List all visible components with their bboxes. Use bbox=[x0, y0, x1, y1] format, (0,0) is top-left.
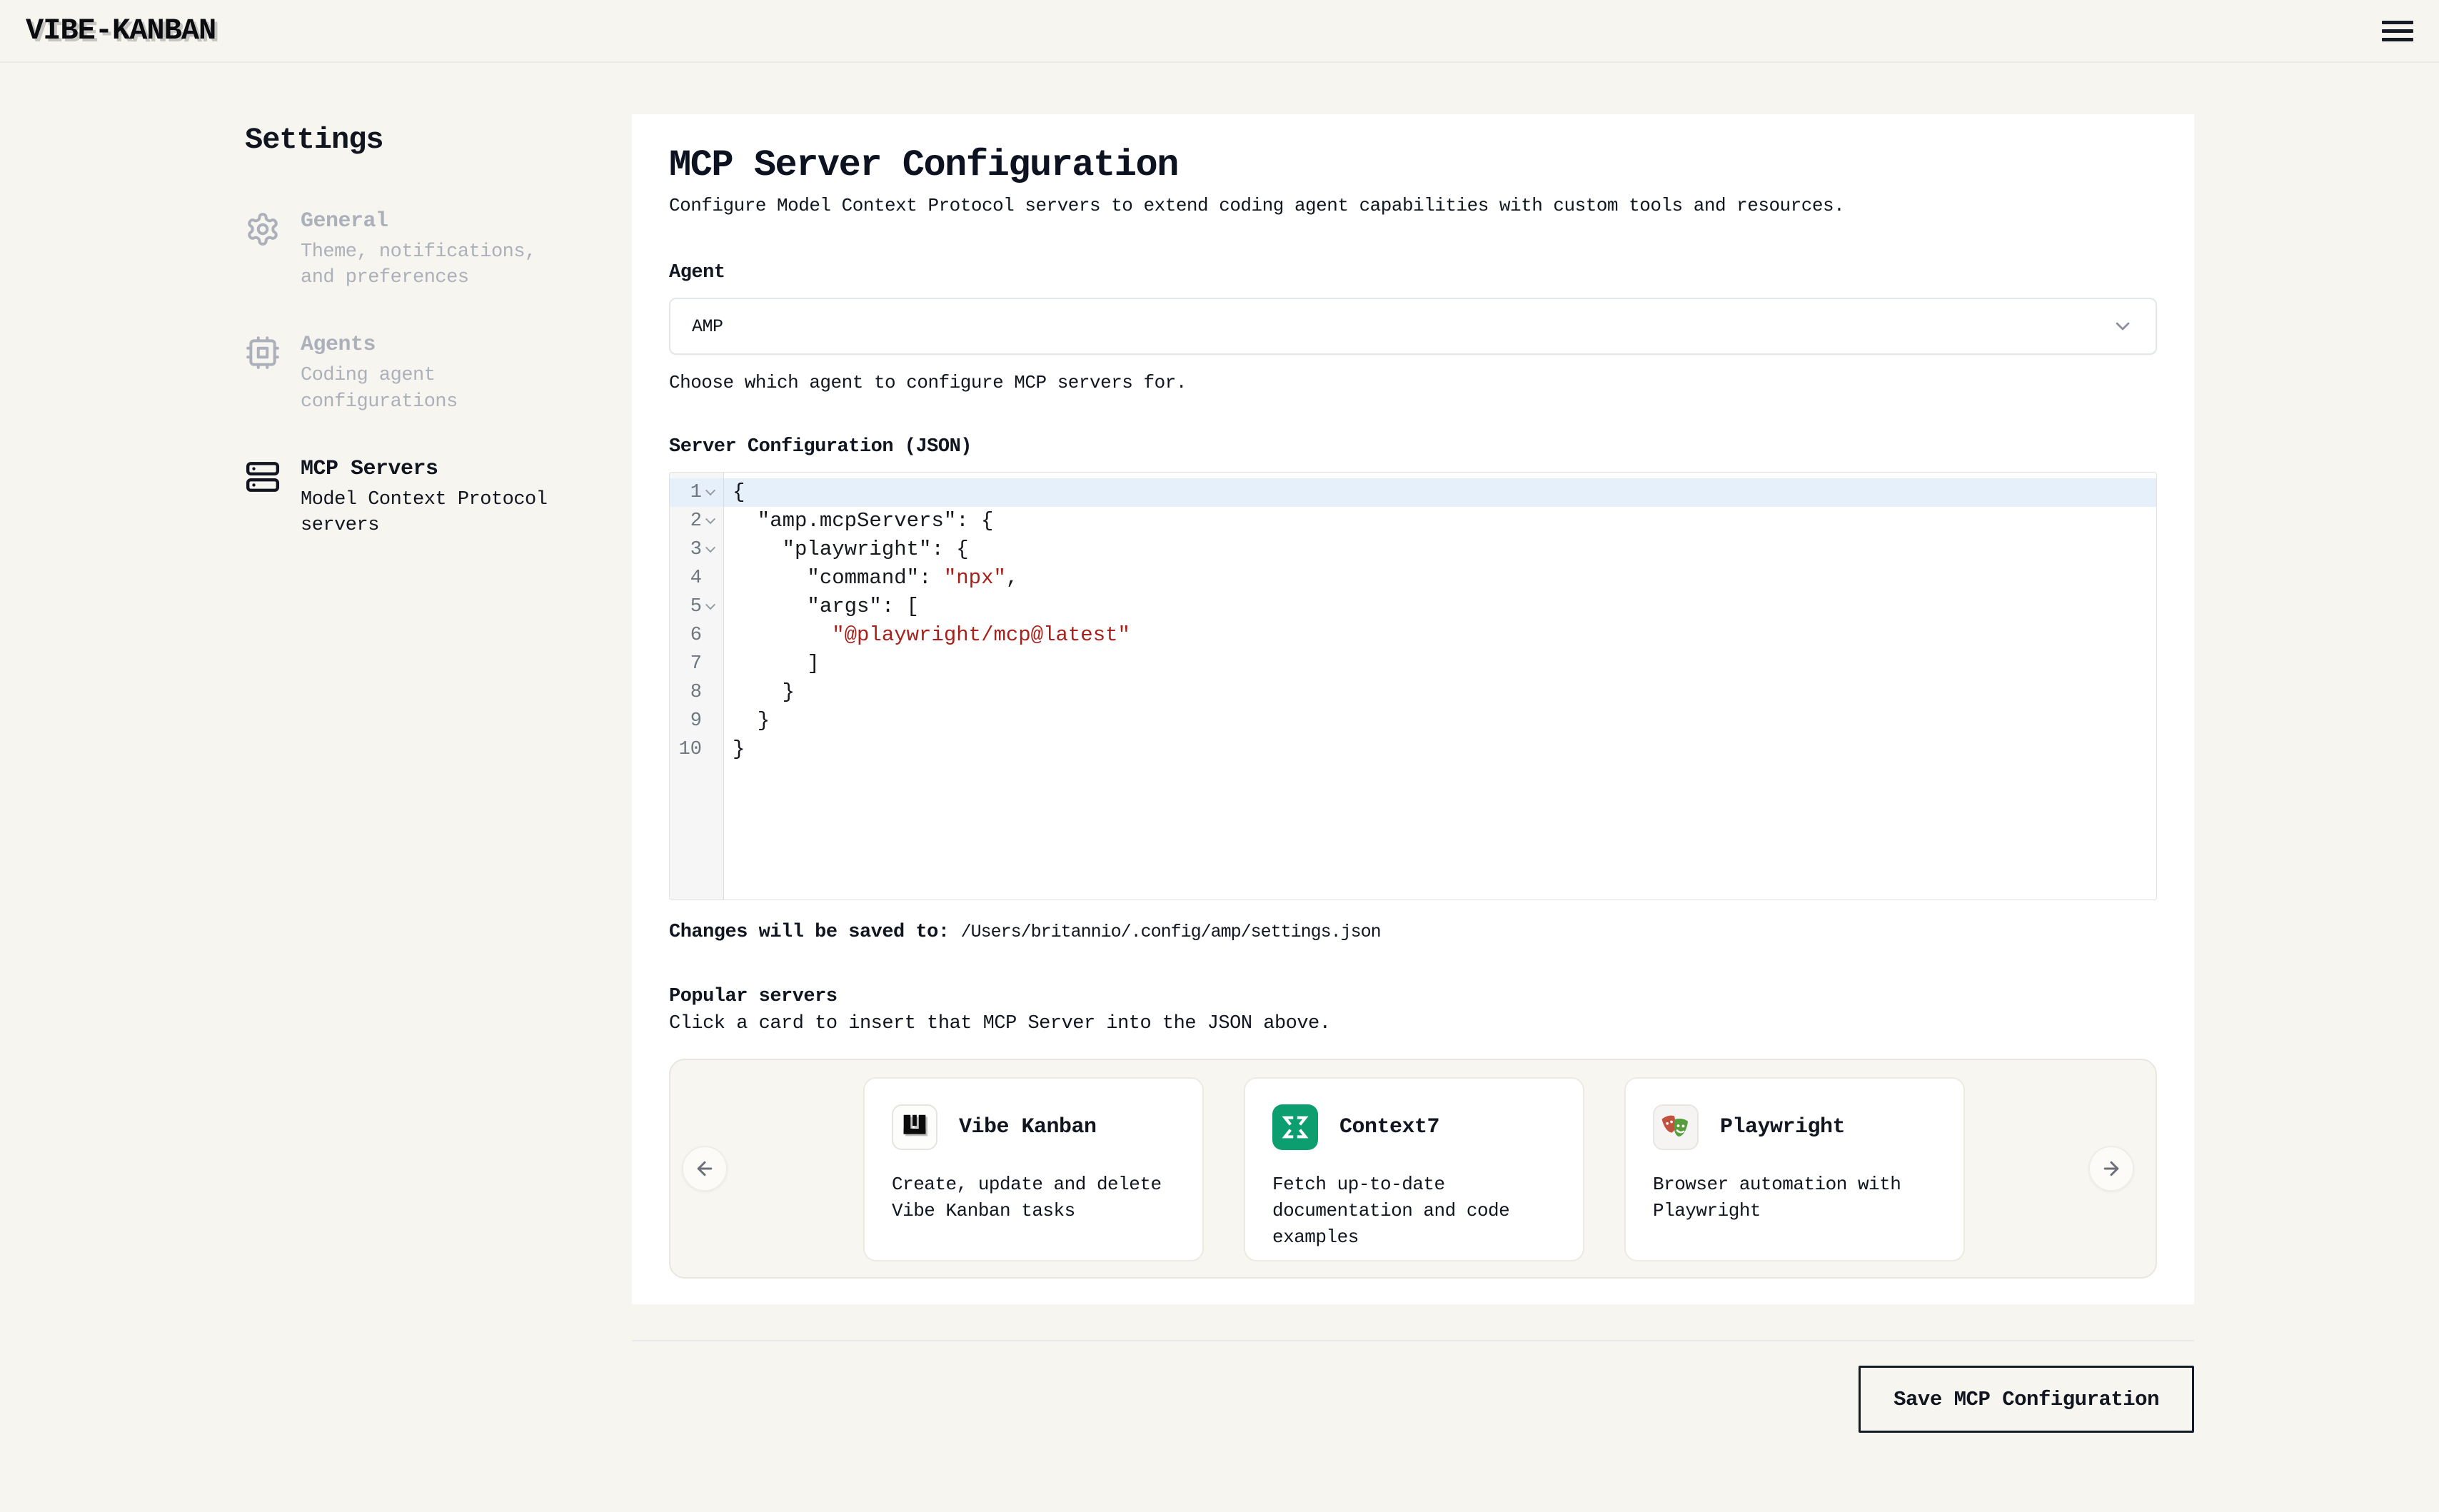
editor-section: Server Configuration (JSON) 1 2 3 4 5 6 7 8 9 10 … bbox=[669, 436, 2157, 943]
sidebar-item-label: General bbox=[301, 209, 388, 233]
gutter-line: 7 bbox=[670, 650, 723, 678]
server-card-title: Vibe Kanban bbox=[959, 1115, 1097, 1139]
sidebar-item-description: Model Context Protocol servers bbox=[301, 488, 548, 536]
server-card-description: Fetch up-to-date documentation and code … bbox=[1272, 1174, 1510, 1248]
sidebar-item-description: Coding agent configurations bbox=[301, 365, 458, 413]
server-card-title: Context7 bbox=[1339, 1115, 1440, 1139]
line-number: 6 bbox=[690, 625, 702, 646]
sidebar-item-general[interactable]: General Theme, notifications, and prefere… bbox=[245, 210, 580, 291]
app-logo: VIBE-KANBAN bbox=[26, 14, 216, 48]
fold-chevron-empty bbox=[702, 570, 719, 587]
json-editor[interactable]: 1 2 3 4 5 6 7 8 9 10 { "amp.mcpServers": { "playw… bbox=[669, 472, 2157, 900]
server-card-description: Browser automation with Playwright bbox=[1653, 1174, 1901, 1221]
server-card-vibe-kanban[interactable]: Vibe Kanban Create, update and delete Vib… bbox=[863, 1077, 1204, 1261]
save-path-value: /Users/britannio/.config/amp/settings.js… bbox=[960, 922, 1382, 942]
fold-chevron-icon[interactable] bbox=[702, 513, 719, 530]
agent-select[interactable]: AMP bbox=[669, 298, 2157, 355]
code-line: "amp.mcpServers": { bbox=[733, 509, 994, 533]
arrow-left-icon bbox=[697, 1161, 713, 1176]
line-number: 7 bbox=[690, 653, 702, 675]
fold-chevron-empty bbox=[702, 741, 719, 758]
fold-chevron-empty bbox=[702, 655, 719, 672]
save-path-row: Changes will be saved to: /Users/britann… bbox=[669, 922, 2157, 943]
hamburger-menu-icon[interactable] bbox=[2382, 16, 2413, 45]
line-number: 10 bbox=[678, 739, 702, 760]
line-number: 5 bbox=[690, 596, 702, 618]
line-number: 3 bbox=[690, 539, 702, 560]
fold-chevron-empty bbox=[702, 712, 719, 730]
sidebar-item-agents[interactable]: Agents Coding agent configurations bbox=[245, 333, 580, 414]
gutter-line: 3 bbox=[670, 535, 723, 564]
gutter-line: 5 bbox=[670, 593, 723, 621]
server-carousel: Vibe Kanban Create, update and delete Vib… bbox=[669, 1059, 2157, 1279]
fold-chevron-empty bbox=[702, 684, 719, 701]
line-number: 2 bbox=[690, 510, 702, 532]
sidebar-item-mcp-servers[interactable]: MCP Servers Model Context Protocol server… bbox=[245, 456, 580, 538]
gutter-line: 9 bbox=[670, 707, 723, 735]
popular-servers-subtitle: Click a card to insert that MCP Server i… bbox=[669, 1013, 1331, 1034]
server-card-description: Create, update and delete Vibe Kanban ta… bbox=[892, 1174, 1162, 1221]
server-icon bbox=[245, 458, 282, 538]
gutter-line: 1 bbox=[670, 478, 723, 507]
sidebar-title: Settings bbox=[245, 123, 384, 157]
playwright-masks-icon bbox=[1653, 1104, 1699, 1150]
server-card-title: Playwright bbox=[1720, 1115, 1846, 1139]
fold-chevron-icon[interactable] bbox=[702, 541, 719, 558]
footer-divider bbox=[632, 1340, 2194, 1341]
code-line: "command": "npx", bbox=[733, 566, 1019, 590]
gutter-line: 10 bbox=[670, 735, 723, 764]
server-card-playwright[interactable]: Playwright Browser automation with Playwr… bbox=[1624, 1077, 1965, 1261]
editor-gutter: 1 2 3 4 5 6 7 8 9 10 bbox=[670, 473, 724, 899]
page-title: MCP Server Configuration bbox=[669, 144, 1179, 186]
footer: Save MCP Configuration bbox=[632, 1340, 2194, 1433]
agent-label: Agent bbox=[669, 262, 725, 283]
line-number: 1 bbox=[690, 482, 702, 503]
code-line: { bbox=[724, 478, 2156, 507]
line-number: 8 bbox=[690, 682, 702, 703]
top-bar: VIBE-KANBAN bbox=[0, 0, 2439, 63]
code-line: ] bbox=[733, 652, 820, 675]
server-card-context7[interactable]: Context7 Fetch up-to-date documentation a… bbox=[1244, 1077, 1584, 1261]
agent-help-text: Choose which agent to configure MCP serv… bbox=[669, 372, 1187, 393]
vibe-kanban-logo-icon bbox=[892, 1104, 937, 1150]
gutter-line: 8 bbox=[670, 678, 723, 707]
mcp-config-panel: MCP Server Configuration Configure Model… bbox=[632, 114, 2194, 1304]
editor-label: Server Configuration (JSON) bbox=[669, 436, 972, 458]
agent-select-value: AMP bbox=[692, 316, 723, 337]
code-line: } bbox=[733, 680, 795, 704]
fold-chevron-empty bbox=[702, 627, 719, 644]
fold-chevron-icon[interactable] bbox=[702, 484, 719, 501]
settings-sidebar: Settings General Theme, notifications, an… bbox=[245, 114, 580, 1433]
chevron-down-icon bbox=[2116, 322, 2130, 331]
code-line: "args": [ bbox=[733, 595, 920, 618]
context7-logo-icon bbox=[1272, 1104, 1318, 1150]
save-mcp-configuration-button[interactable]: Save MCP Configuration bbox=[1859, 1366, 2194, 1433]
fold-chevron-icon[interactable] bbox=[702, 598, 719, 615]
editor-code-area[interactable]: { "amp.mcpServers": { "playwright": { "c… bbox=[724, 473, 2156, 899]
arrow-right-icon bbox=[2103, 1161, 2119, 1176]
carousel-prev-button[interactable] bbox=[682, 1146, 728, 1191]
sidebar-item-label: Agents bbox=[301, 333, 376, 358]
code-line: } bbox=[733, 709, 770, 732]
page-subtitle: Configure Model Context Protocol servers… bbox=[669, 195, 1845, 216]
carousel-next-button[interactable] bbox=[2088, 1146, 2134, 1191]
content-wrapper: Settings General Theme, notifications, an… bbox=[245, 114, 2194, 1433]
line-number: 9 bbox=[690, 710, 702, 732]
chip-icon bbox=[245, 333, 282, 414]
line-number: 4 bbox=[690, 568, 702, 589]
sidebar-item-description: Theme, notifications, and preferences bbox=[301, 241, 536, 289]
gutter-line: 4 bbox=[670, 564, 723, 593]
save-path-label: Changes will be saved to: bbox=[669, 922, 950, 943]
sidebar-item-label: MCP Servers bbox=[301, 456, 438, 481]
gear-icon bbox=[245, 210, 282, 291]
popular-servers-title: Popular servers bbox=[669, 986, 838, 1007]
code-line: "@playwright/mcp@latest" bbox=[832, 623, 1130, 647]
popular-servers-section: Popular servers Click a card to insert t… bbox=[669, 986, 2157, 1279]
code-line: } bbox=[733, 737, 745, 761]
gutter-line: 6 bbox=[670, 621, 723, 650]
gutter-line: 2 bbox=[670, 507, 723, 535]
agent-section: Agent AMP Choose which agent to configur… bbox=[669, 262, 2157, 393]
code-line: "playwright": { bbox=[733, 538, 969, 561]
